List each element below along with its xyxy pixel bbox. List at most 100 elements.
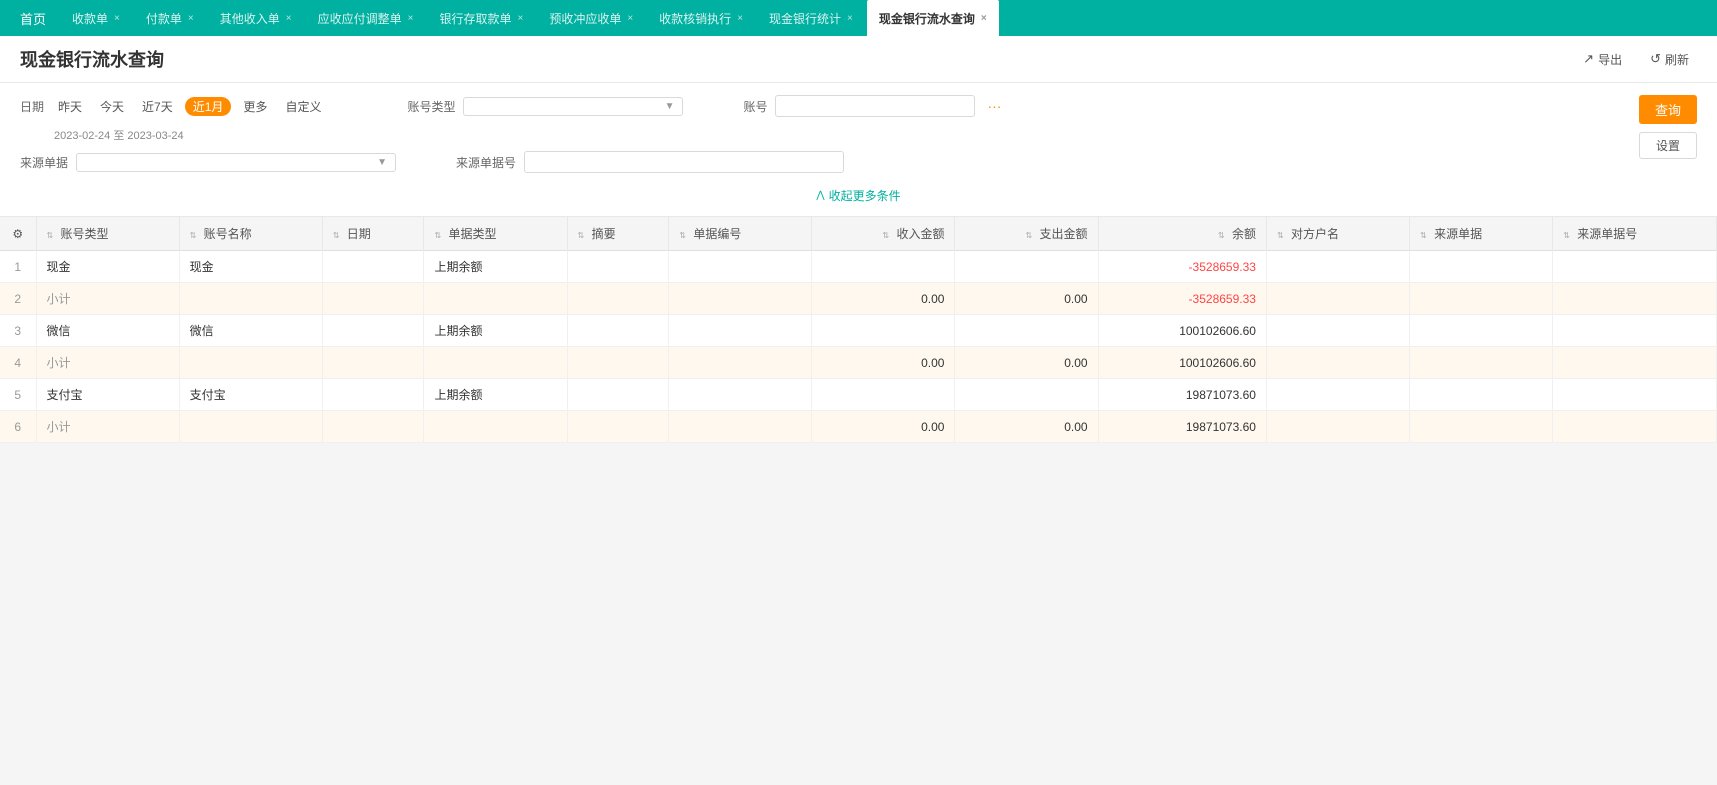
cell-source-doc: [1410, 251, 1553, 283]
account-type-select[interactable]: ▼: [463, 97, 683, 116]
date-range-display: 2023-02-24 至 2023-03-24: [54, 130, 184, 142]
export-icon: ↗: [1583, 51, 1594, 67]
col-doc-no[interactable]: ⇅ 单据编号: [669, 217, 812, 251]
col-counterparty[interactable]: ⇅ 对方户名: [1266, 217, 1409, 251]
gear-icon[interactable]: ⚙: [12, 227, 23, 241]
col-balance[interactable]: ⇅ 余额: [1098, 217, 1266, 251]
account-type-filter-group: 账号类型 ▼: [407, 97, 683, 116]
cell-doc-no: [669, 315, 812, 347]
col-summary[interactable]: ⇅ 摘要: [567, 217, 669, 251]
close-other-income-tab[interactable]: ×: [286, 13, 292, 24]
cell-summary: [567, 379, 669, 411]
cell-doc-no: [669, 283, 812, 315]
collapse-up-icon: ⋀: [816, 190, 824, 201]
close-cash-bank-stats-tab[interactable]: ×: [847, 13, 853, 24]
date-custom[interactable]: 自定义: [279, 97, 327, 116]
sort-icon: ⇅: [434, 231, 441, 240]
tab-cash-bank-stats[interactable]: 现金银行统计 ×: [757, 0, 865, 36]
cell-balance: -3528659.33: [1098, 283, 1266, 315]
account-type-label: 账号类型: [407, 98, 455, 115]
col-income[interactable]: ⇅ 收入金额: [812, 217, 955, 251]
cell-source-doc: [1410, 283, 1553, 315]
source-doc-filter-group: 来源单据 ▼: [20, 153, 396, 172]
tab-other-income[interactable]: 其他收入单 ×: [208, 0, 304, 36]
home-tab[interactable]: 首页: [8, 9, 58, 28]
cell-source-doc: [1410, 411, 1553, 443]
page-title: 现金银行流水查询: [20, 46, 164, 72]
close-receipts-tab[interactable]: ×: [114, 13, 120, 24]
row-number: 1: [0, 251, 36, 283]
cell-account-name: [179, 411, 322, 443]
account-dots-button[interactable]: ···: [983, 98, 1005, 114]
date-shortcuts: 昨天 今天 近7天 近1月 更多 自定义: [52, 97, 327, 116]
date-more[interactable]: 更多: [237, 97, 273, 116]
cell-expense: 0.00: [955, 411, 1098, 443]
date-today[interactable]: 今天: [94, 97, 130, 116]
close-bank-deposits-tab[interactable]: ×: [517, 13, 523, 24]
cell-income: 0.00: [812, 283, 955, 315]
cell-summary: [567, 315, 669, 347]
cell-expense: [955, 251, 1098, 283]
tab-bank-deposits[interactable]: 银行存取款单 ×: [427, 0, 535, 36]
collapse-filter-bar[interactable]: ⋀ 收起更多条件: [20, 183, 1697, 206]
col-account-name[interactable]: ⇅ 账号名称: [179, 217, 322, 251]
col-expense[interactable]: ⇅ 支出金额: [955, 217, 1098, 251]
close-receipt-verification-tab[interactable]: ×: [737, 13, 743, 24]
cell-doc-no: [669, 379, 812, 411]
cell-summary: [567, 347, 669, 379]
tab-receipts[interactable]: 收款单 ×: [60, 0, 132, 36]
cell-account-name: 现金: [179, 251, 322, 283]
filter-right-buttons: 查询 设置: [1639, 95, 1697, 159]
cell-income: [812, 251, 955, 283]
close-cash-bank-flow-tab[interactable]: ×: [981, 13, 987, 24]
date-7days[interactable]: 近7天: [136, 97, 179, 116]
tab-advance-offset[interactable]: 预收冲应收单 ×: [537, 0, 645, 36]
source-doc-num-label: 来源单据号: [456, 154, 516, 171]
tab-adjustments[interactable]: 应收应付调整单 ×: [306, 0, 426, 36]
export-button[interactable]: ↗ 导出: [1575, 47, 1630, 72]
cell-account-name: [179, 283, 322, 315]
col-doc-type[interactable]: ⇅ 单据类型: [424, 217, 567, 251]
cell-account-name: [179, 347, 322, 379]
source-doc-num-input[interactable]: [533, 155, 835, 169]
refresh-button[interactable]: ↺ 刷新: [1642, 47, 1697, 72]
col-account-type[interactable]: ⇅ 账号类型: [36, 217, 179, 251]
col-gear[interactable]: ⚙: [0, 217, 36, 251]
sort-icon: ⇅: [333, 231, 340, 240]
cell-counterparty: [1266, 411, 1409, 443]
sort-icon: ⇅: [578, 231, 585, 240]
source-doc-select[interactable]: ▼: [76, 153, 396, 172]
col-source-doc-no[interactable]: ⇅ 来源单据号: [1553, 217, 1717, 251]
table-row: 6 小计 0.00 0.00 19871073.60: [0, 411, 1717, 443]
query-button[interactable]: 查询: [1639, 95, 1697, 124]
cell-date: [322, 411, 424, 443]
cell-date: [322, 315, 424, 347]
cell-doc-type: [424, 283, 567, 315]
settings-button[interactable]: 设置: [1639, 132, 1697, 159]
cell-source-doc-no: [1553, 347, 1717, 379]
sort-icon: ⇅: [1026, 231, 1033, 240]
table-header-row: ⚙ ⇅ 账号类型 ⇅ 账号名称 ⇅ 日期 ⇅ 单据类型: [0, 217, 1717, 251]
date-1month[interactable]: 近1月: [185, 97, 232, 116]
account-input[interactable]: [784, 99, 966, 113]
col-source-doc[interactable]: ⇅ 来源单据: [1410, 217, 1553, 251]
top-navigation: 首页 收款单 × 付款单 × 其他收入单 × 应收应付调整单 × 银行存取款单 …: [0, 0, 1717, 36]
cell-source-doc-no: [1553, 251, 1717, 283]
date-label: 日期: [20, 98, 44, 115]
table-row: 5 支付宝 支付宝 上期余额 19871073.60: [0, 379, 1717, 411]
cell-expense: [955, 315, 1098, 347]
cell-source-doc: [1410, 379, 1553, 411]
col-date[interactable]: ⇅ 日期: [322, 217, 424, 251]
cell-doc-type: 上期余额: [424, 315, 567, 347]
date-yesterday[interactable]: 昨天: [52, 97, 88, 116]
tab-receipt-verification[interactable]: 收款核销执行 ×: [647, 0, 755, 36]
tab-payments[interactable]: 付款单 ×: [134, 0, 206, 36]
header-actions: ↗ 导出 ↺ 刷新: [1575, 47, 1697, 72]
tab-cash-bank-flow[interactable]: 现金银行流水查询 ×: [867, 0, 999, 36]
close-adjustments-tab[interactable]: ×: [408, 13, 414, 24]
close-advance-offset-tab[interactable]: ×: [627, 13, 633, 24]
close-payments-tab[interactable]: ×: [188, 13, 194, 24]
cell-doc-type: 上期余额: [424, 251, 567, 283]
cell-income: [812, 315, 955, 347]
cell-source-doc-no: [1553, 315, 1717, 347]
